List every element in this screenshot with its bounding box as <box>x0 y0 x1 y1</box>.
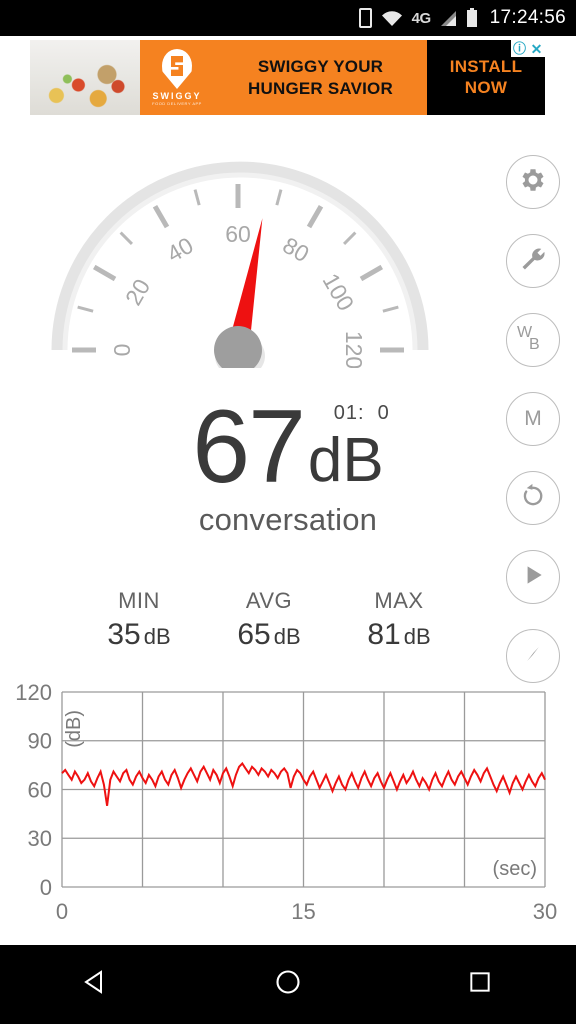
play-icon <box>520 562 546 593</box>
svg-text:90: 90 <box>28 729 52 754</box>
svg-text:40: 40 <box>162 232 197 267</box>
chart-y-axis-label: (dB) <box>63 710 85 748</box>
svg-text:60: 60 <box>225 221 251 247</box>
gear-icon <box>518 165 548 200</box>
play-button[interactable] <box>506 550 560 604</box>
stats-row: MIN 35 dB AVG 65 dB MAX 81 dB <box>74 588 464 652</box>
level-history-chart: 0 30 60 90 120 0 15 30 (dB) (sec) <box>0 672 576 930</box>
tools-button[interactable] <box>506 234 560 288</box>
stat-min-label: MIN <box>118 588 160 613</box>
level-readout-line: 67 dB 01: 0 <box>192 389 389 505</box>
stat-min-number: 35 <box>107 618 141 651</box>
recents-square-icon <box>467 969 493 1000</box>
gauge-svg: 0 2040 60 80100 120 <box>51 161 429 368</box>
stat-max-value: 81 dB <box>334 618 464 652</box>
wrench-icon <box>519 245 547 278</box>
stat-avg-unit: dB <box>273 624 301 649</box>
svg-text:80: 80 <box>278 232 313 267</box>
level-readout: 67 dB 01: 0 conversation <box>0 389 576 538</box>
compass-icon <box>519 640 547 673</box>
status-bar: 4G 17:24:56 <box>0 0 576 36</box>
swiggy-tagline: FOOD DELIVERY APP <box>152 101 202 106</box>
ad-headline-line2: HUNGER SAVIOR <box>248 78 393 98</box>
gauge-hub <box>214 326 262 368</box>
level-value: 67 <box>192 389 306 505</box>
level-description: conversation <box>198 501 378 537</box>
stat-max-number: 81 <box>367 618 401 651</box>
nav-home-button[interactable] <box>240 961 336 1009</box>
svg-text:30: 30 <box>533 899 557 924</box>
svg-text:0: 0 <box>40 875 52 900</box>
nav-recents-button[interactable] <box>432 961 528 1009</box>
wb-text-icon: W B <box>516 324 550 355</box>
network-4g-label: 4G <box>411 9 432 27</box>
status-clock: 17:24:56 <box>489 7 566 28</box>
stat-min-value: 35 dB <box>74 618 204 652</box>
cellular-signal-icon <box>438 10 457 27</box>
svg-text:120: 120 <box>341 331 367 368</box>
chart-svg: 0 30 60 90 120 0 15 30 (dB) (sec) <box>15 680 557 924</box>
elapsed-timer: 01: 0 <box>333 402 390 424</box>
sim-card-icon <box>358 8 372 28</box>
stat-max-label: MAX <box>374 588 424 613</box>
swiggy-wordmark: SWIGGY <box>152 91 202 101</box>
svg-text:100: 100 <box>318 269 360 315</box>
svg-text:0: 0 <box>56 899 68 924</box>
weighting-b-label: B <box>529 336 540 353</box>
ad-cta-line2: NOW <box>464 77 508 97</box>
back-triangle-icon <box>81 967 111 1002</box>
ad-food-photo <box>30 40 140 115</box>
stat-avg-value: 65 dB <box>204 618 334 652</box>
nav-back-button[interactable] <box>48 961 144 1009</box>
chart-x-tick-labels: 0 15 30 <box>56 899 557 924</box>
ad-badges: ⓘ ✕ <box>511 40 545 57</box>
stat-min: MIN 35 dB <box>74 588 204 652</box>
chart-x-axis-label: (sec) <box>493 858 537 880</box>
wifi-icon <box>381 10 403 27</box>
svg-text:120: 120 <box>15 680 52 705</box>
stat-avg: AVG 65 dB <box>204 588 334 652</box>
stat-avg-label: AVG <box>245 588 293 613</box>
svg-text:15: 15 <box>291 899 315 924</box>
ad-content: SWIGGY FOOD DELIVERY APP SWIGGY YOUR HUN… <box>140 40 427 115</box>
stat-min-unit: dB <box>143 624 171 649</box>
svg-text:30: 30 <box>28 826 52 851</box>
swiggy-pin-icon <box>162 49 192 89</box>
svg-text:60: 60 <box>28 777 52 802</box>
stat-avg-number: 65 <box>237 618 271 651</box>
ad-headline-line1: SWIGGY YOUR <box>257 57 384 77</box>
sound-level-gauge: 0 20 40 60 80 100 120 <box>0 128 480 376</box>
ad-close-icon[interactable]: ✕ <box>528 40 545 57</box>
chart-gridlines <box>61 691 546 888</box>
stat-max: MAX 81 dB <box>334 588 464 652</box>
ad-banner[interactable]: SWIGGY FOOD DELIVERY APP SWIGGY YOUR HUN… <box>30 40 545 115</box>
svg-text:20: 20 <box>120 274 155 309</box>
weighting-button[interactable]: W B <box>506 313 560 367</box>
ad-banner-container: SWIGGY FOOD DELIVERY APP SWIGGY YOUR HUN… <box>0 36 576 119</box>
level-unit: dB <box>307 425 384 495</box>
swiggy-logo: SWIGGY FOOD DELIVERY APP <box>146 49 208 106</box>
chart-y-tick-labels: 0 30 60 90 120 <box>15 680 52 900</box>
ad-info-icon[interactable]: ⓘ <box>511 40 528 57</box>
ad-cta-line1: INSTALL <box>449 57 523 77</box>
android-navigation-bar <box>0 945 576 1024</box>
svg-text:0: 0 <box>109 344 135 357</box>
battery-icon <box>466 8 478 28</box>
home-circle-icon <box>274 968 302 1001</box>
stat-max-unit: dB <box>403 624 431 649</box>
settings-button[interactable] <box>506 155 560 209</box>
ad-headline: SWIGGY YOUR HUNGER SAVIOR <box>214 56 427 99</box>
